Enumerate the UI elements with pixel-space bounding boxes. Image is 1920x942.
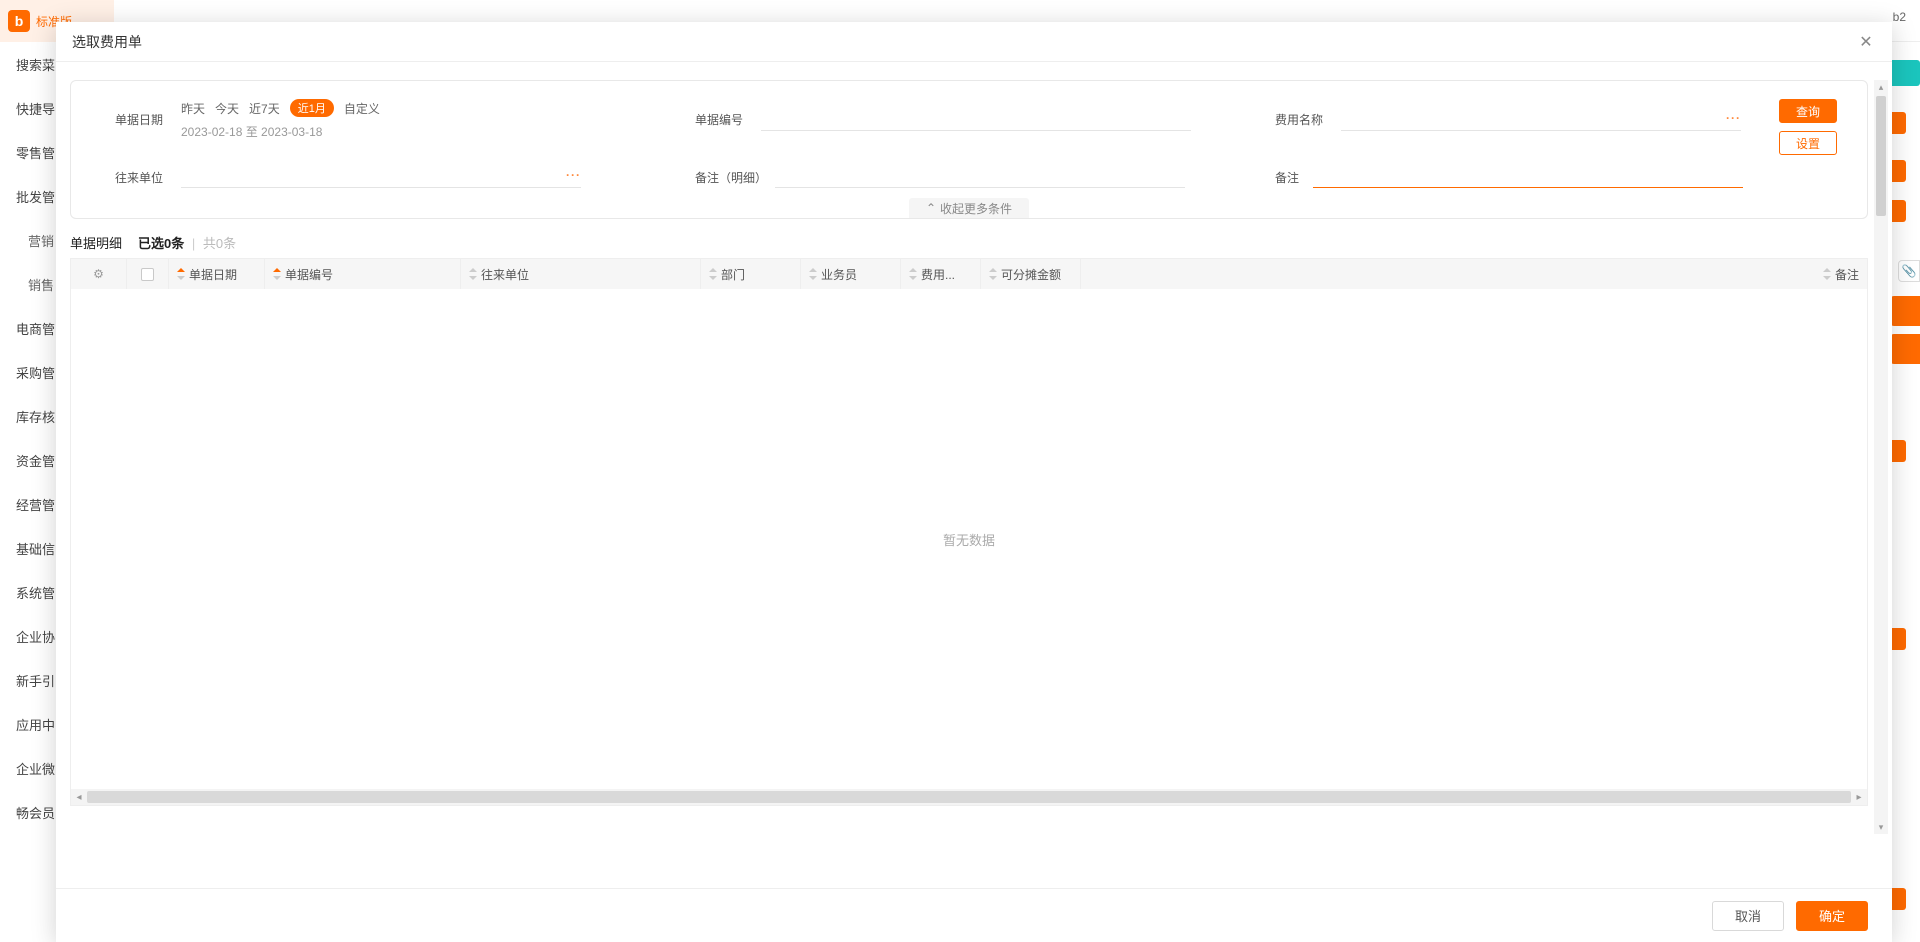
doc-no-input[interactable]: [761, 109, 1191, 131]
filter-actions: 查询 设置: [1779, 99, 1837, 155]
column-dept[interactable]: 部门: [701, 259, 801, 289]
column-alloc[interactable]: 可分摊金额: [981, 259, 1081, 289]
filter-label-docno: 单据编号: [695, 111, 753, 128]
more-icon[interactable]: ···: [1726, 111, 1741, 125]
scroll-up-icon[interactable]: ▴: [1874, 80, 1888, 94]
select-fee-modal: 选取费用单 ✕ 单据日期 昨天 今天 近7天: [56, 22, 1892, 942]
sort-icon: [989, 268, 997, 280]
filter-label-partner: 往来单位: [115, 169, 173, 186]
filter-label-feename: 费用名称: [1275, 111, 1333, 128]
filter-label-date: 单据日期: [115, 111, 173, 128]
checkbox-icon: [141, 268, 154, 281]
date-preset-today[interactable]: 今天: [215, 100, 239, 117]
sort-icon: [469, 268, 477, 280]
modal-header: 选取费用单 ✕: [56, 22, 1892, 62]
table-body-empty: 暂无数据: [71, 289, 1867, 789]
horizontal-scrollbar[interactable]: ◂ ▸: [71, 789, 1867, 805]
empty-text: 暂无数据: [943, 530, 995, 549]
date-preset-last1m[interactable]: 近1月: [290, 99, 334, 117]
column-fee[interactable]: 费用...: [901, 259, 981, 289]
remark-detail-input[interactable]: [775, 166, 1185, 188]
chevron-up-icon: ⌃: [926, 201, 936, 215]
sort-icon: [1823, 268, 1831, 280]
scroll-thumb[interactable]: [1876, 96, 1886, 216]
partner-input[interactable]: [181, 166, 581, 188]
scroll-right-icon[interactable]: ▸: [1851, 789, 1867, 805]
query-button[interactable]: 查询: [1779, 99, 1837, 123]
collapse-filters-button[interactable]: ⌃ 收起更多条件: [909, 198, 1029, 218]
close-icon[interactable]: ✕: [1856, 32, 1876, 52]
sort-icon: [909, 268, 917, 280]
fee-name-input[interactable]: [1341, 109, 1741, 131]
column-date[interactable]: 单据日期: [169, 259, 265, 289]
detail-title: 单据明细: [70, 233, 122, 252]
scroll-down-icon[interactable]: ▾: [1874, 820, 1888, 834]
settings-button[interactable]: 设置: [1779, 131, 1837, 155]
column-operator[interactable]: 业务员: [801, 259, 901, 289]
column-docno[interactable]: 单据编号: [265, 259, 461, 289]
table-header: ⚙ 单据日期 单据编号 往来单位 部门 业务员 费用... 可分摊金额 备注: [71, 259, 1867, 289]
sort-icon: [177, 268, 185, 280]
modal-body: 单据日期 昨天 今天 近7天 近1月 自定义 2023-02-18 至 2023…: [56, 62, 1892, 888]
date-preset-yesterday[interactable]: 昨天: [181, 100, 205, 117]
sort-icon: [809, 268, 817, 280]
more-icon[interactable]: ···: [566, 168, 581, 182]
detail-count: 已选0条 | 共0条: [138, 233, 236, 252]
sort-icon: [709, 268, 717, 280]
scroll-left-icon[interactable]: ◂: [71, 789, 87, 805]
scroll-thumb[interactable]: [87, 791, 1851, 803]
date-presets: 昨天 今天 近7天 近1月 自定义: [181, 99, 380, 117]
ok-button[interactable]: 确定: [1796, 901, 1868, 931]
date-range-text: 2023-02-18 至 2023-03-18: [181, 123, 380, 140]
gear-icon: ⚙: [93, 267, 104, 281]
cancel-button[interactable]: 取消: [1712, 901, 1784, 931]
column-checkbox[interactable]: [127, 259, 169, 289]
filter-panel: 单据日期 昨天 今天 近7天 近1月 自定义 2023-02-18 至 2023…: [70, 80, 1868, 219]
detail-table: ⚙ 单据日期 单据编号 往来单位 部门 业务员 费用... 可分摊金额 备注 暂…: [70, 258, 1868, 806]
column-remark[interactable]: 备注: [1081, 259, 1867, 289]
vertical-scrollbar[interactable]: ▴ ▾: [1874, 80, 1888, 834]
filter-label-remark-detail: 备注（明细）: [695, 169, 767, 186]
modal-title: 选取费用单: [72, 32, 142, 52]
remark-input[interactable]: [1313, 166, 1743, 188]
detail-strip: 单据明细 已选0条 | 共0条: [70, 233, 1868, 252]
sort-icon: [273, 268, 281, 280]
modal-footer: 取消 确定: [56, 888, 1892, 942]
date-preset-custom[interactable]: 自定义: [344, 100, 380, 117]
collapse-label: 收起更多条件: [940, 200, 1012, 217]
column-settings[interactable]: ⚙: [71, 259, 127, 289]
column-partner[interactable]: 往来单位: [461, 259, 701, 289]
filter-label-remark: 备注: [1275, 169, 1305, 186]
date-preset-last7[interactable]: 近7天: [249, 100, 280, 117]
